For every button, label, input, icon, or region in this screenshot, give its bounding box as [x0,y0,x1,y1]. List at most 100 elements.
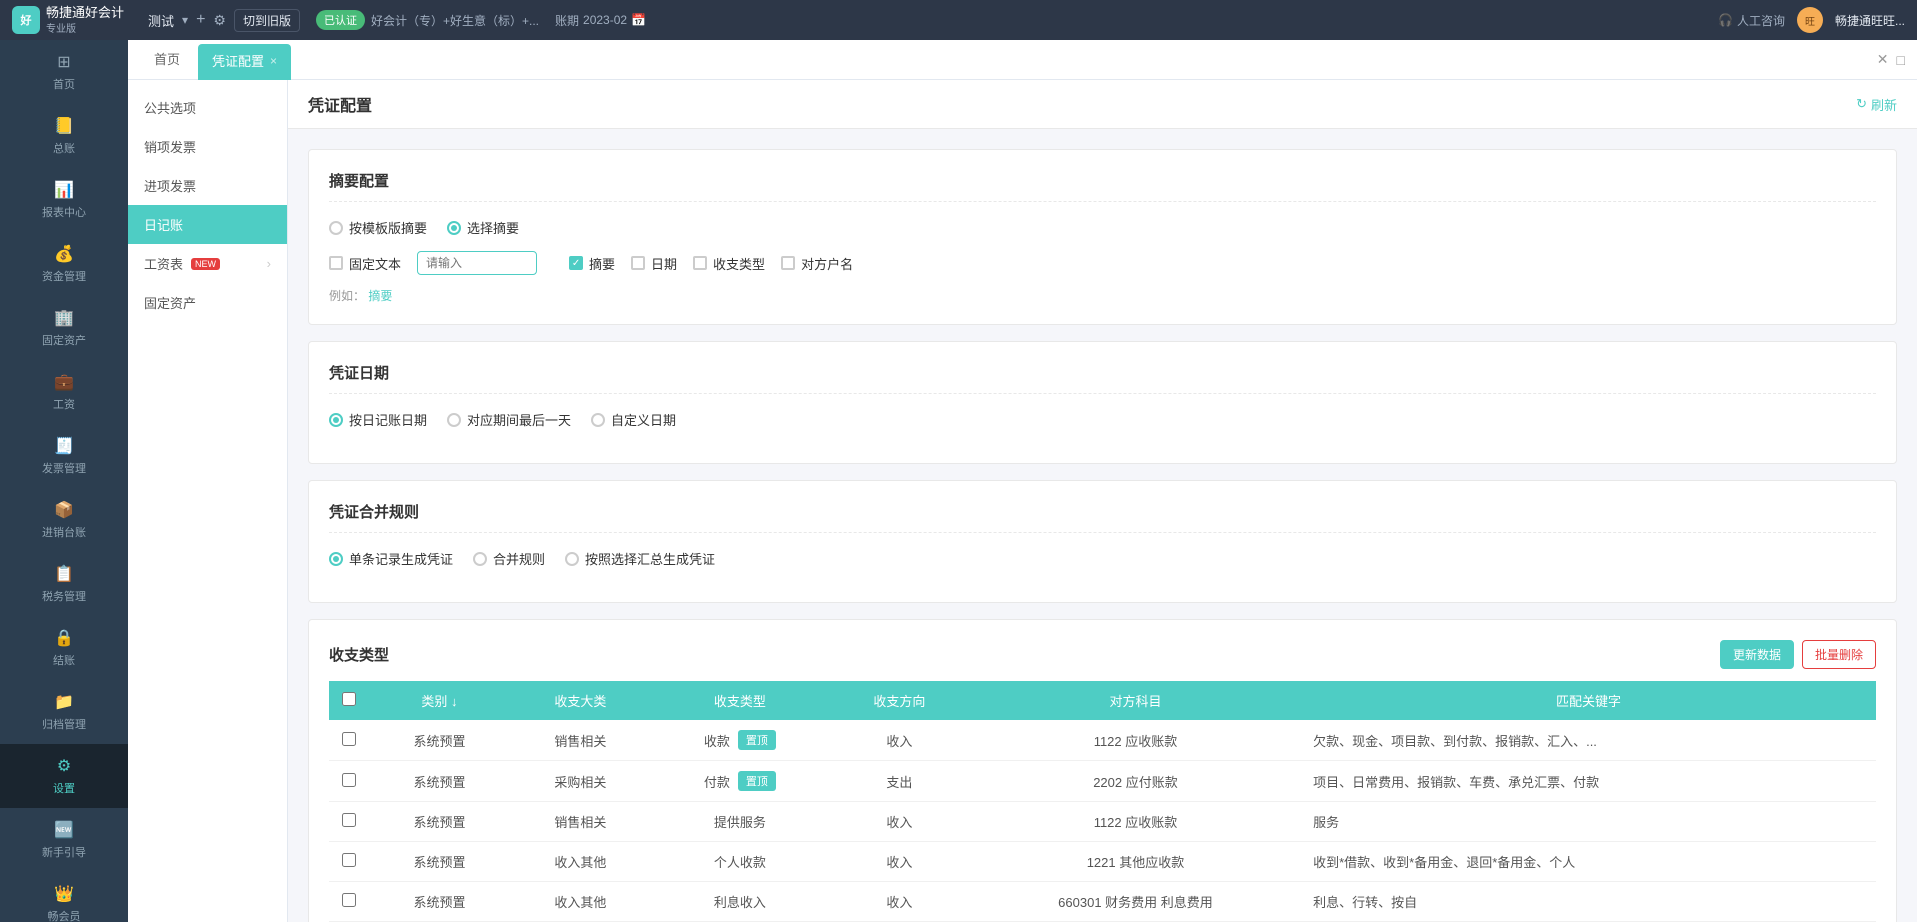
window-close-btn[interactable]: ✕ [1877,51,1889,68]
sidebar-item-close[interactable]: 🔒 结账 [0,616,128,680]
guide-icon: 🆕 [54,820,74,840]
sidebar-item-sales[interactable]: 📦 进销台账 [0,488,128,552]
fixed-text-input[interactable] [417,251,537,275]
tab-home[interactable]: 首页 [140,40,194,80]
menu-item-sales-invoice[interactable]: 销项发票 [128,127,287,166]
sidebar-label-salary: 工资 [53,396,75,412]
merge-rules-title: 凭证合并规则 [329,501,1876,533]
checkbox-fixed-text[interactable]: 固定文本 [329,254,401,273]
checkbox-date-box [631,256,645,270]
col-major-type: 收支大类 [510,681,651,720]
checkbox-date[interactable]: 日期 [631,254,677,273]
sidebar-item-settings[interactable]: ⚙ 设置 [0,744,128,808]
menu-item-journal[interactable]: 日记账 [128,205,287,244]
radio-circle-single [329,552,343,566]
table-header-checkbox [329,681,369,720]
example-value: 摘要 [368,289,392,303]
sidebar-item-assets[interactable]: 🏢 固定资产 [0,296,128,360]
checkbox-counterparty[interactable]: 对方户名 [781,254,853,273]
new-badge: NEW [191,258,220,270]
plus-btn[interactable]: + [196,11,205,29]
radio-merge[interactable]: 合并规则 [473,549,545,568]
reset-badge-2[interactable]: 置顶 [738,771,776,791]
top-bar-center: 测试 ▾ + ⚙ 切到旧版 已认证 好会计（专）+好生意（标）+... 账期 2… [136,9,646,32]
radio-template[interactable]: 按模板版摘要 [329,218,427,237]
reset-badge-1[interactable]: 置顶 [738,730,776,750]
radio-journal-date[interactable]: 按日记账日期 [329,410,427,429]
accounting-text: 好会计（专）+好生意（标）+... [371,12,539,29]
batch-delete-btn[interactable]: 批量删除 [1802,640,1876,669]
config-body: 摘要配置 按模板版摘要 选择摘要 [288,129,1917,922]
app-sub: 专业版 [46,20,124,35]
menu-item-public[interactable]: 公共选项 [128,88,287,127]
select-all-checkbox[interactable] [342,692,356,706]
update-data-btn[interactable]: 更新数据 [1720,640,1794,669]
summary-radio-group: 按模板版摘要 选择摘要 [329,218,1876,237]
menu-item-payroll[interactable]: 工资表 NEW › [128,244,287,283]
radio-custom[interactable]: 自定义日期 [591,410,676,429]
refresh-btn[interactable]: ↻ 刷新 [1856,95,1897,114]
row-checkbox-5[interactable] [342,893,356,907]
radio-period-last[interactable]: 对应期间最后一天 [447,410,571,429]
tab-config[interactable]: 凭证配置 × [198,44,291,80]
page-title: 凭证配置 [308,92,372,116]
sidebar-item-funds[interactable]: 💰 资金管理 [0,232,128,296]
row-checkbox-1[interactable] [342,732,356,746]
old-version-btn[interactable]: 切到旧版 [234,9,300,32]
radio-select[interactable]: 选择摘要 [447,218,519,237]
row-checkbox-2[interactable] [342,773,356,787]
headset-icon: 🎧 [1718,13,1733,27]
sidebar-item-salary[interactable]: 💼 工资 [0,360,128,424]
col-keywords: 匹配关键字 [1301,681,1876,720]
radio-select-merge[interactable]: 按照选择汇总生成凭证 [565,549,715,568]
sidebar-item-tax[interactable]: 📋 税务管理 [0,552,128,616]
tab-actions: ✕ □ [1877,51,1905,68]
window-expand-btn[interactable]: □ [1897,51,1905,68]
left-menu: 公共选项 销项发票 进项发票 日记账 工资表 NEW › [128,80,288,922]
sidebar-item-member[interactable]: 👑 畅会员 [0,872,128,922]
ledger-icon: 📒 [54,116,74,136]
test-label: 测试 [148,11,174,30]
content-area: 首页 凭证配置 × ✕ □ 公共选项 销项发票 进项发 [128,40,1917,922]
certified-pill: 已认证 [316,10,365,30]
voucher-date-title: 凭证日期 [329,362,1876,394]
checkbox-type[interactable]: 收支类型 [693,254,765,273]
radio-circle-custom [591,413,605,427]
home-icon: ⊞ [57,52,70,72]
row-checkbox-4[interactable] [342,853,356,867]
sidebar-item-ledger[interactable]: 📒 总账 [0,104,128,168]
page-content: 公共选项 销项发票 进项发票 日记账 工资表 NEW › [128,80,1917,922]
settings-btn[interactable]: ⚙ [213,12,226,29]
member-icon: 👑 [54,884,74,904]
menu-item-purchase-invoice[interactable]: 进项发票 [128,166,287,205]
logo-area: 好 畅捷通好会计 专业版 [12,5,124,36]
checkbox-summary[interactable]: ✓ 摘要 [569,254,615,273]
sidebar-label-home: 首页 [53,76,75,92]
funds-icon: 💰 [54,244,74,264]
sidebar-item-guide[interactable]: 🆕 新手引导 [0,808,128,872]
tab-close-icon[interactable]: × [270,54,277,68]
sidebar: ⊞ 首页 📒 总账 📊 报表中心 💰 资金管理 🏢 固定资产 💼 工资 🧾 发票… [0,40,128,922]
service-btn[interactable]: 🎧 人工咨询 [1718,12,1785,29]
income-expense-section: 收支类型 更新数据 批量删除 [308,619,1897,922]
sidebar-item-invoice[interactable]: 🧾 发票管理 [0,424,128,488]
dropdown-icon[interactable]: ▾ [182,13,188,27]
sidebar-item-reports[interactable]: 📊 报表中心 [0,168,128,232]
sidebar-item-home[interactable]: ⊞ 首页 [0,40,128,104]
page-header: 凭证配置 ↻ 刷新 [288,80,1917,129]
sidebar-label-member: 畅会员 [48,908,81,922]
radio-circle-period [447,413,461,427]
income-expense-title: 收支类型 [329,644,389,665]
sidebar-label-ledger: 总账 [53,140,75,156]
sidebar-label-tax: 税务管理 [42,588,86,604]
example-label: 例如： 摘要 [329,289,392,303]
radio-circle-select-merge [565,552,579,566]
calendar-icon[interactable]: 📅 [631,13,646,27]
menu-item-fixed-assets[interactable]: 固定资产 [128,283,287,322]
row-checkbox-3[interactable] [342,813,356,827]
sidebar-label-settings: 设置 [53,780,75,796]
voucher-date-section: 凭证日期 按日记账日期 对应期间最后一天 [308,341,1897,464]
sidebar-item-archive[interactable]: 📁 归档管理 [0,680,128,744]
radio-single[interactable]: 单条记录生成凭证 [329,549,453,568]
summary-title: 摘要配置 [329,170,1876,202]
